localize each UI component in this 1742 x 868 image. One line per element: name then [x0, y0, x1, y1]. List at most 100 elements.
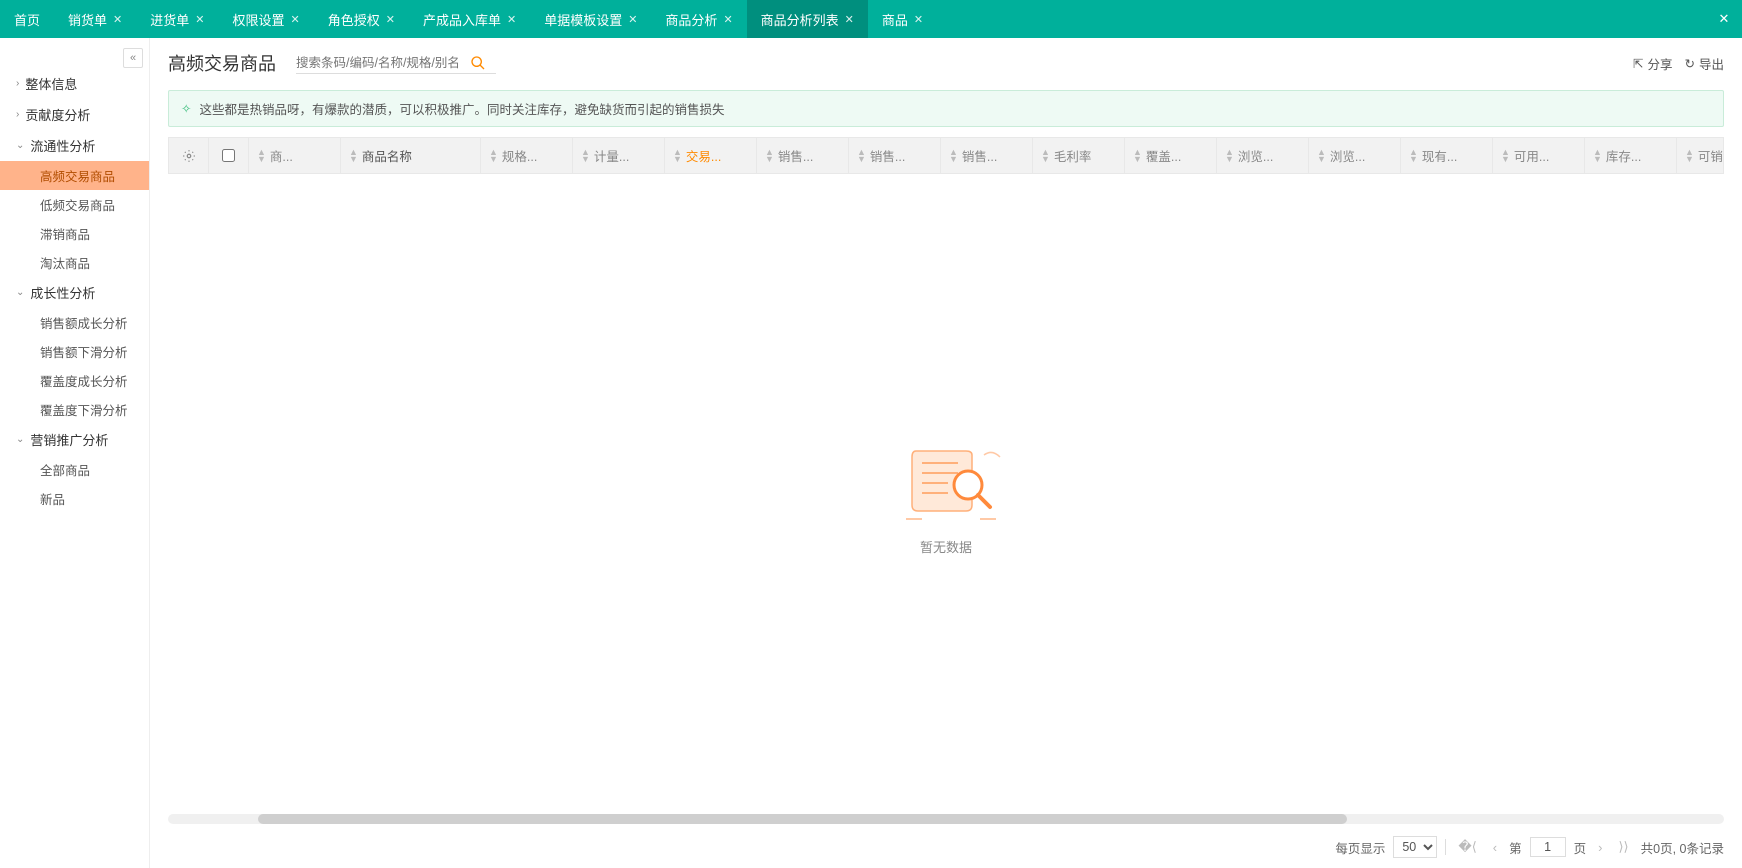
sidebar-item-4-0[interactable]: 全部商品 [0, 455, 149, 484]
chevron-icon: ⌄ [16, 287, 24, 298]
sort-icon[interactable]: ▲▼ [489, 149, 498, 163]
info-banner: ✧ 这些都是热销品呀，有爆款的潜质，可以积极推广。同时关注库存，避免缺货而引起的… [168, 90, 1724, 127]
column-inv[interactable]: ▲▼库存... [1585, 138, 1677, 173]
column-avail[interactable]: ▲▼ 可用... [1493, 138, 1585, 173]
sidebar-group-4[interactable]: ⌄营销推广分析 [0, 424, 149, 455]
close-icon[interactable]: ✕ [507, 13, 516, 26]
sort-icon[interactable]: ▲▼ [673, 149, 682, 163]
horizontal-scrollbar[interactable] [168, 814, 1724, 824]
sort-icon[interactable]: ▲▼ [349, 149, 358, 163]
close-icon[interactable]: ✕ [914, 13, 923, 26]
column-sale3[interactable]: ▲▼销售... [941, 138, 1033, 173]
column-sale2[interactable]: ▲▼销售... [849, 138, 941, 173]
column-trade[interactable]: ▲▼交易... [665, 138, 757, 173]
per-page-select[interactable]: 50 [1393, 836, 1437, 858]
last-page-button[interactable]: ⟩⟩ [1614, 839, 1632, 855]
sidebar-item-2-1[interactable]: 低频交易商品 [0, 190, 149, 219]
column-unit[interactable]: ▲▼计量... [573, 138, 665, 173]
close-icon[interactable]: ✕ [628, 13, 637, 26]
column-view1[interactable]: ▲▼浏览... [1217, 138, 1309, 173]
scrollbar-thumb[interactable] [258, 814, 1347, 824]
sidebar-item-2-0[interactable]: 高频交易商品 [0, 161, 149, 190]
sidebar-collapse-button[interactable]: « [123, 48, 143, 68]
column-label: 可用... [1514, 146, 1549, 165]
tab-label: 单据模板设置 [544, 10, 622, 29]
table-wrap: ▲▼商...▲▼商品名称▲▼规格...▲▼计量...▲▼交易...▲▼销售...… [168, 137, 1724, 814]
tab-5[interactable]: 产成品入库单✕ [409, 0, 530, 38]
search-icon[interactable] [470, 55, 486, 71]
tab-1[interactable]: 销货单✕ [54, 0, 136, 38]
sort-icon[interactable]: ▲▼ [949, 149, 958, 163]
tab-6[interactable]: 单据模板设置 ✕ [530, 0, 651, 38]
sort-icon[interactable]: ▲▼ [857, 149, 866, 163]
sort-icon[interactable]: ▲▼ [1041, 149, 1050, 163]
sort-icon[interactable]: ▲▼ [1409, 149, 1418, 163]
sidebar-item-3-2[interactable]: 覆盖度成长分析 [0, 366, 149, 395]
search-input[interactable] [296, 56, 466, 70]
column-sale1[interactable]: ▲▼销售... [757, 138, 849, 173]
tab-4[interactable]: 角色授权✕ [314, 0, 409, 38]
export-button[interactable]: ↻ 导出 [1685, 54, 1725, 73]
tab-3[interactable]: 权限设置✕ [218, 0, 313, 38]
select-all-checkbox[interactable] [222, 149, 235, 162]
tab-0[interactable]: 首页 [0, 0, 54, 38]
column-sellable[interactable]: ▲▼可销... [1677, 138, 1724, 173]
tab-9[interactable]: 商品✕ [868, 0, 937, 38]
sort-icon[interactable]: ▲▼ [1317, 149, 1326, 163]
export-icon: ↻ [1685, 56, 1695, 71]
sidebar-group-0[interactable]: › 整体信息 [0, 68, 149, 99]
tab-2[interactable]: 进货单✕ [136, 0, 218, 38]
column-name[interactable]: ▲▼商品名称 [341, 138, 481, 173]
sidebar-item-2-3[interactable]: 淘汰商品 [0, 248, 149, 277]
page-prefix: 第 [1509, 838, 1522, 857]
close-icon[interactable]: ✕ [386, 13, 395, 26]
page-input[interactable] [1530, 837, 1566, 857]
sort-icon[interactable]: ▲▼ [1225, 149, 1234, 163]
sort-icon[interactable]: ▲▼ [581, 149, 590, 163]
select-all-column[interactable] [209, 138, 249, 173]
close-icon[interactable]: ✕ [113, 13, 122, 26]
sidebar-item-3-3[interactable]: 覆盖度下滑分析 [0, 395, 149, 424]
sidebar-item-2-2[interactable]: 滞销商品 [0, 219, 149, 248]
settings-column[interactable] [169, 138, 209, 173]
sort-icon[interactable]: ▲▼ [765, 149, 774, 163]
close-icon[interactable]: ✕ [723, 13, 732, 26]
close-all-icon[interactable]: ✕ [1712, 0, 1736, 38]
first-page-button[interactable]: �⟨ [1454, 839, 1480, 855]
close-icon[interactable]: ✕ [845, 13, 854, 26]
sort-icon[interactable]: ▲▼ [1685, 149, 1694, 163]
sort-icon[interactable]: ▲▼ [1501, 149, 1510, 163]
sidebar-item-3-1[interactable]: 销售额下滑分析 [0, 337, 149, 366]
sort-icon[interactable]: ▲▼ [257, 149, 266, 163]
prev-page-button[interactable]: ‹ [1489, 840, 1501, 855]
column-cover[interactable]: ▲▼ 覆盖... [1125, 138, 1217, 173]
column-label: 覆盖... [1146, 146, 1181, 165]
column-code[interactable]: ▲▼商... [249, 138, 341, 173]
column-label: 现有... [1422, 146, 1457, 165]
close-icon[interactable]: ✕ [195, 13, 204, 26]
sidebar-group-3[interactable]: ⌄成长性分析 [0, 277, 149, 308]
empty-text: 暂无数据 [920, 537, 972, 556]
top-tabs: 首页销货单✕进货单✕权限设置✕角色授权✕产成品入库单✕单据模板设置✕商品分析✕商… [0, 0, 1742, 38]
column-spec[interactable]: ▲▼规格... [481, 138, 573, 173]
tab-8[interactable]: 商品分析列表✕ [747, 0, 868, 38]
column-stock[interactable]: ▲▼ 现有... [1401, 138, 1493, 173]
sidebar-item-3-0[interactable]: 销售额成长分析 [0, 308, 149, 337]
share-label: 分享 [1647, 54, 1672, 73]
sidebar-group-1[interactable]: ›贡献度分析 [0, 99, 149, 130]
column-view2[interactable]: ▲▼浏览... [1309, 138, 1401, 173]
chevron-icon: › [16, 78, 19, 89]
sidebar-item-4-1[interactable]: 新品 [0, 484, 149, 513]
tab-label: 商品分析 [665, 10, 717, 29]
share-button[interactable]: ⇱ 分享 [1633, 54, 1673, 73]
sort-icon[interactable]: ▲▼ [1593, 149, 1602, 163]
chevron-icon: ⌄ [16, 140, 24, 151]
sidebar-group-2[interactable]: ⌄流通性分析 [0, 130, 149, 161]
column-gross[interactable]: ▲▼毛利率 [1033, 138, 1125, 173]
banner-text: 这些都是热销品呀，有爆款的潜质，可以积极推广。同时关注库存，避免缺货而引起的销售… [199, 99, 724, 118]
tab-7[interactable]: 商品分析 ✕ [651, 0, 746, 38]
sidebar-group-label: 整体信息 [25, 74, 77, 93]
sort-icon[interactable]: ▲▼ [1133, 149, 1142, 163]
next-page-button[interactable]: › [1594, 840, 1606, 855]
close-icon[interactable]: ✕ [291, 13, 300, 26]
